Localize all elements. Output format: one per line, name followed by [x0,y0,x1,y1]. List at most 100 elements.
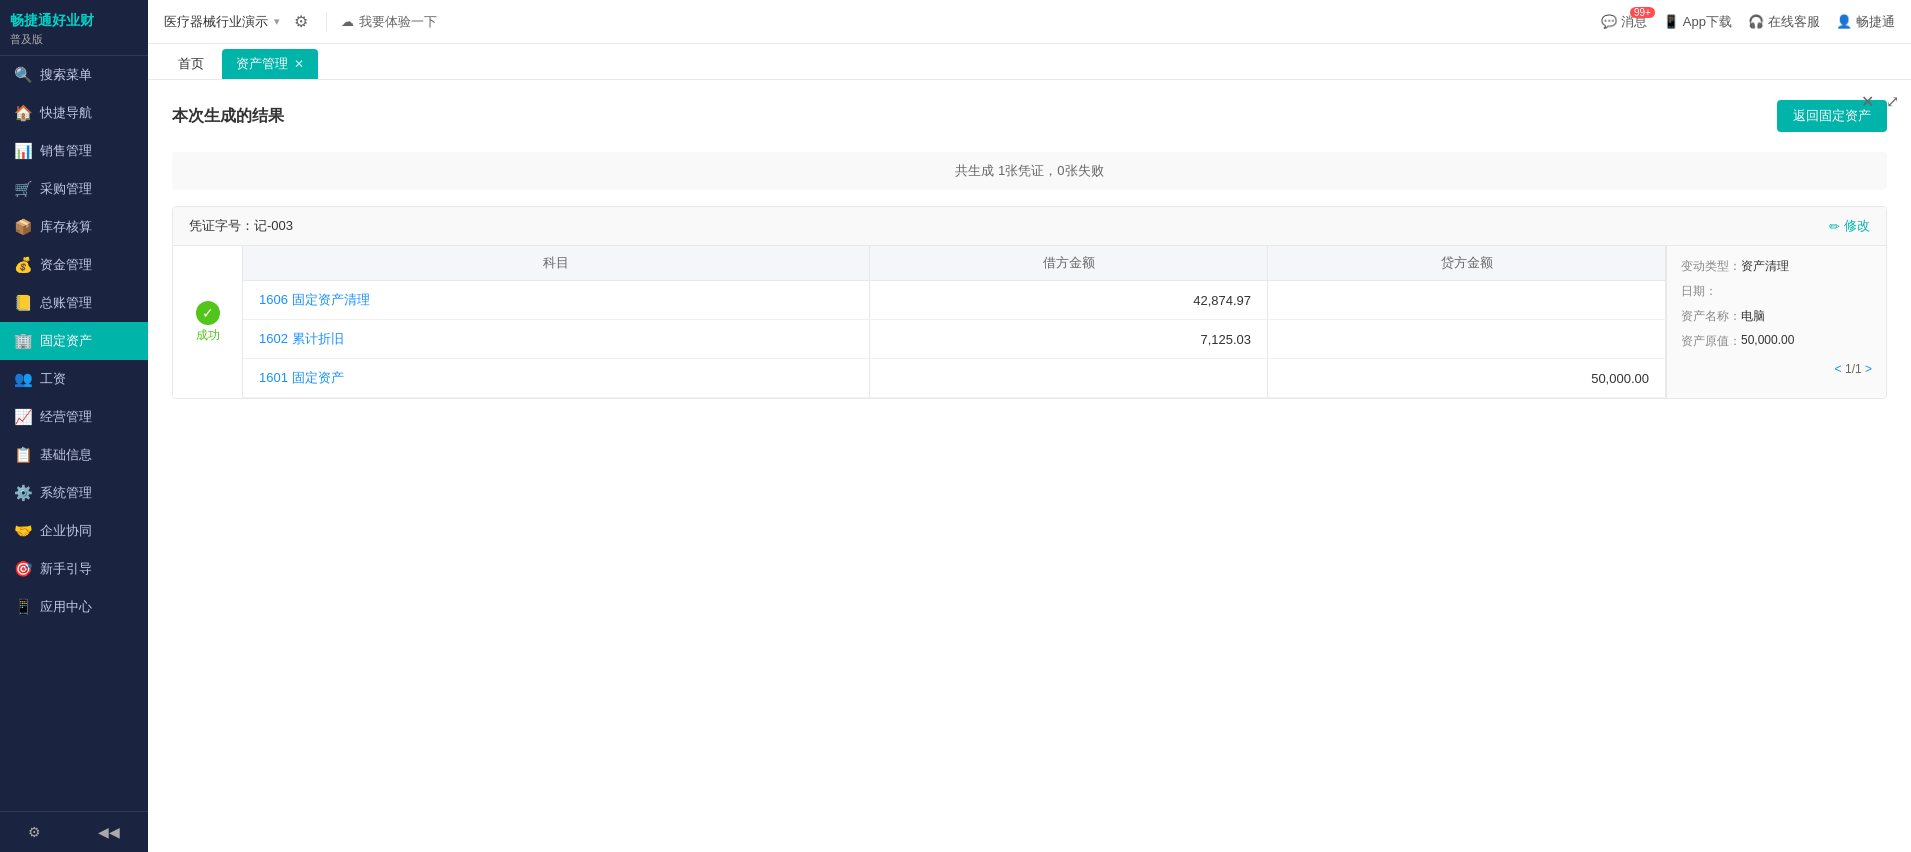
app-center-icon: 📱 [14,598,32,616]
sidebar-item-corp[interactable]: 🤝企业协同 [0,512,148,550]
sidebar-logo: 畅捷通好业财 普及版 [0,0,148,56]
asset-name-row: 资产名称： 电脑 [1681,308,1872,325]
sidebar-item-purchase[interactable]: 🛒采购管理 [0,170,148,208]
message-badge: 99+ [1630,7,1655,18]
debit-cell [870,359,1268,398]
tab-home-label: 首页 [178,56,204,71]
sidebar-item-sales[interactable]: 📊 销售管理 [0,132,148,170]
debit-cell: 7,125.03 [870,320,1268,359]
change-type-value: 资产清理 [1741,258,1789,275]
sidebar-label-ledger: 总账管理 [40,294,92,312]
messages-item[interactable]: 💬 消息 99+ [1601,13,1647,31]
message-icon: 💬 [1601,14,1617,29]
panel-close-button[interactable]: ✕ [1859,90,1876,113]
subject-cell: 1601 固定资产 [243,359,870,398]
online-service-item[interactable]: 🎧 在线客服 [1748,13,1820,31]
sidebar-item-quick-nav[interactable]: 🏠快捷导航 [0,94,148,132]
credit-cell [1268,320,1666,359]
topbar: 医疗器械行业演示 ▾ ⚙ ☁ 我要体验一下 💬 消息 99+ 📱 App下载 🎧… [148,0,1911,44]
main-area: 医疗器械行业演示 ▾ ⚙ ☁ 我要体验一下 💬 消息 99+ 📱 App下载 🎧… [148,0,1911,852]
edit-icon: ✏ [1829,219,1840,234]
sidebar-label-app-center: 应用中心 [40,598,92,616]
pagination-next[interactable]: > [1865,362,1872,376]
app-download-label: App下载 [1683,13,1732,31]
sidebar-label-fixed-assets: 固定资产 [40,332,92,350]
logo-subtitle: 普及版 [10,32,138,47]
panel-actions: ✕ ⤢ [1859,90,1901,113]
search-menu-icon: 🔍 [14,66,32,84]
asset-name-label: 资产名称： [1681,308,1741,325]
sidebar-label-operations: 经营管理 [40,408,92,426]
result-panel: ✕ ⤢ 本次生成的结果 返回固定资产 共生成 1张凭证，0张失败 凭证字号：记-… [148,80,1911,852]
pagination: < 1/1 > [1681,362,1872,376]
collapse-icon[interactable]: ◀◀ [90,820,128,844]
corp-icon: 🤝 [14,522,32,540]
sidebar-item-system[interactable]: ⚙️系统管理 [0,474,148,512]
system-icon: ⚙️ [14,484,32,502]
sidebar-label-salary: 工资 [40,370,66,388]
online-service-label: 在线客服 [1768,13,1820,31]
tab-asset-management[interactable]: 资产管理 ✕ [222,49,318,79]
settings-icon[interactable]: ⚙ [20,820,49,844]
summary-text: 共生成 1张凭证，0张失败 [955,163,1103,178]
tabs-bar: 首页 资产管理 ✕ [148,44,1911,80]
app-download-item[interactable]: 📱 App下载 [1663,13,1732,31]
voucher-content: ✓ 成功 科目 借方金额 贷方金额 [173,246,1886,398]
date-row: 日期： [1681,283,1872,300]
voucher-number: 凭证字号：记-003 [189,217,293,235]
sidebar: 畅捷通好业财 普及版 🔍 搜索菜单 🏠快捷导航 📊 销售管理 🛒采购管理📦库存核算 💰 资金管… [0,0,148,852]
sales-icon: 📊 [14,142,32,160]
voucher-table: 科目 借方金额 贷方金额 1606 固定资产清理 42,874.97 1602 … [243,246,1666,398]
experience-label: 我要体验一下 [359,13,437,31]
gear-icon[interactable]: ⚙ [290,8,312,35]
sidebar-label-sales: 销售管理 [40,142,92,160]
col-credit: 贷方金额 [1268,246,1666,281]
tab-close-icon[interactable]: ✕ [294,57,304,71]
date-label: 日期： [1681,283,1741,300]
basic-info-icon: 📋 [14,446,32,464]
sidebar-item-inventory[interactable]: 📦库存核算 [0,208,148,246]
subject-cell: 1602 累计折旧 [243,320,870,359]
sidebar-item-basic-info[interactable]: 📋 基础信息 [0,436,148,474]
original-value-value: 50,000.00 [1741,333,1794,350]
experience-button[interactable]: ☁ 我要体验一下 [341,13,437,31]
tab-home[interactable]: 首页 [164,49,218,79]
table-row: 1606 固定资产清理 42,874.97 [243,281,1666,320]
sidebar-item-fixed-assets[interactable]: 🏢固定资产 [0,322,148,360]
col-debit: 借方金额 [870,246,1268,281]
logo-title: 畅捷通好业财 [10,12,138,30]
funds-icon: 💰 [14,256,32,274]
sidebar-item-guide[interactable]: 🎯新手引导 [0,550,148,588]
sidebar-item-app-center[interactable]: 📱 应用中心 [0,588,148,626]
sidebar-bottom: ⚙ ◀◀ [0,811,148,852]
sidebar-item-operations[interactable]: 📈经营管理 [0,398,148,436]
user-icon: 👤 [1836,14,1852,29]
side-info-panel: 变动类型： 资产清理 日期： 资产名称： 电脑 资产原值： [1666,246,1886,398]
sidebar-item-ledger[interactable]: 📒 总账管理 [0,284,148,322]
sidebar-item-search-menu[interactable]: 🔍 搜索菜单 [0,56,148,94]
company-selector[interactable]: 医疗器械行业演示 ▾ [164,13,280,31]
sidebar-label-basic-info: 基础信息 [40,446,92,464]
edit-button[interactable]: ✏ 修改 [1829,217,1870,235]
sidebar-nav: 🔍 搜索菜单 🏠快捷导航 📊 销售管理 🛒采购管理📦库存核算 💰 资金管理 📒 总账管理 🏢固定资产… [0,56,148,811]
chevron-down-icon: ▾ [274,15,280,28]
sidebar-item-funds[interactable]: 💰 资金管理 [0,246,148,284]
success-label: 成功 [196,327,220,344]
voucher-card: 凭证字号：记-003 ✏ 修改 ✓ 成功 [172,206,1887,399]
edit-label: 修改 [1844,217,1870,235]
sidebar-item-salary[interactable]: 👥 工资 [0,360,148,398]
page-area: ✕ ⤢ 本次生成的结果 返回固定资产 共生成 1张凭证，0张失败 凭证字号：记-… [148,80,1911,852]
credit-cell [1268,281,1666,320]
purchase-icon: 🛒 [14,180,32,198]
ledger-icon: 📒 [14,294,32,312]
col-subject: 科目 [243,246,870,281]
salary-icon: 👥 [14,370,32,388]
user-item[interactable]: 👤 畅捷通 [1836,13,1895,31]
table-row: 1601 固定资产 50,000.00 [243,359,1666,398]
sidebar-label-search-menu: 搜索菜单 [40,66,92,84]
sidebar-label-funds: 资金管理 [40,256,92,274]
panel-expand-button[interactable]: ⤢ [1884,90,1901,113]
pagination-prev[interactable]: < [1835,362,1842,376]
sidebar-label-guide: 新手引导 [40,560,92,578]
summary-bar: 共生成 1张凭证，0张失败 [172,152,1887,190]
